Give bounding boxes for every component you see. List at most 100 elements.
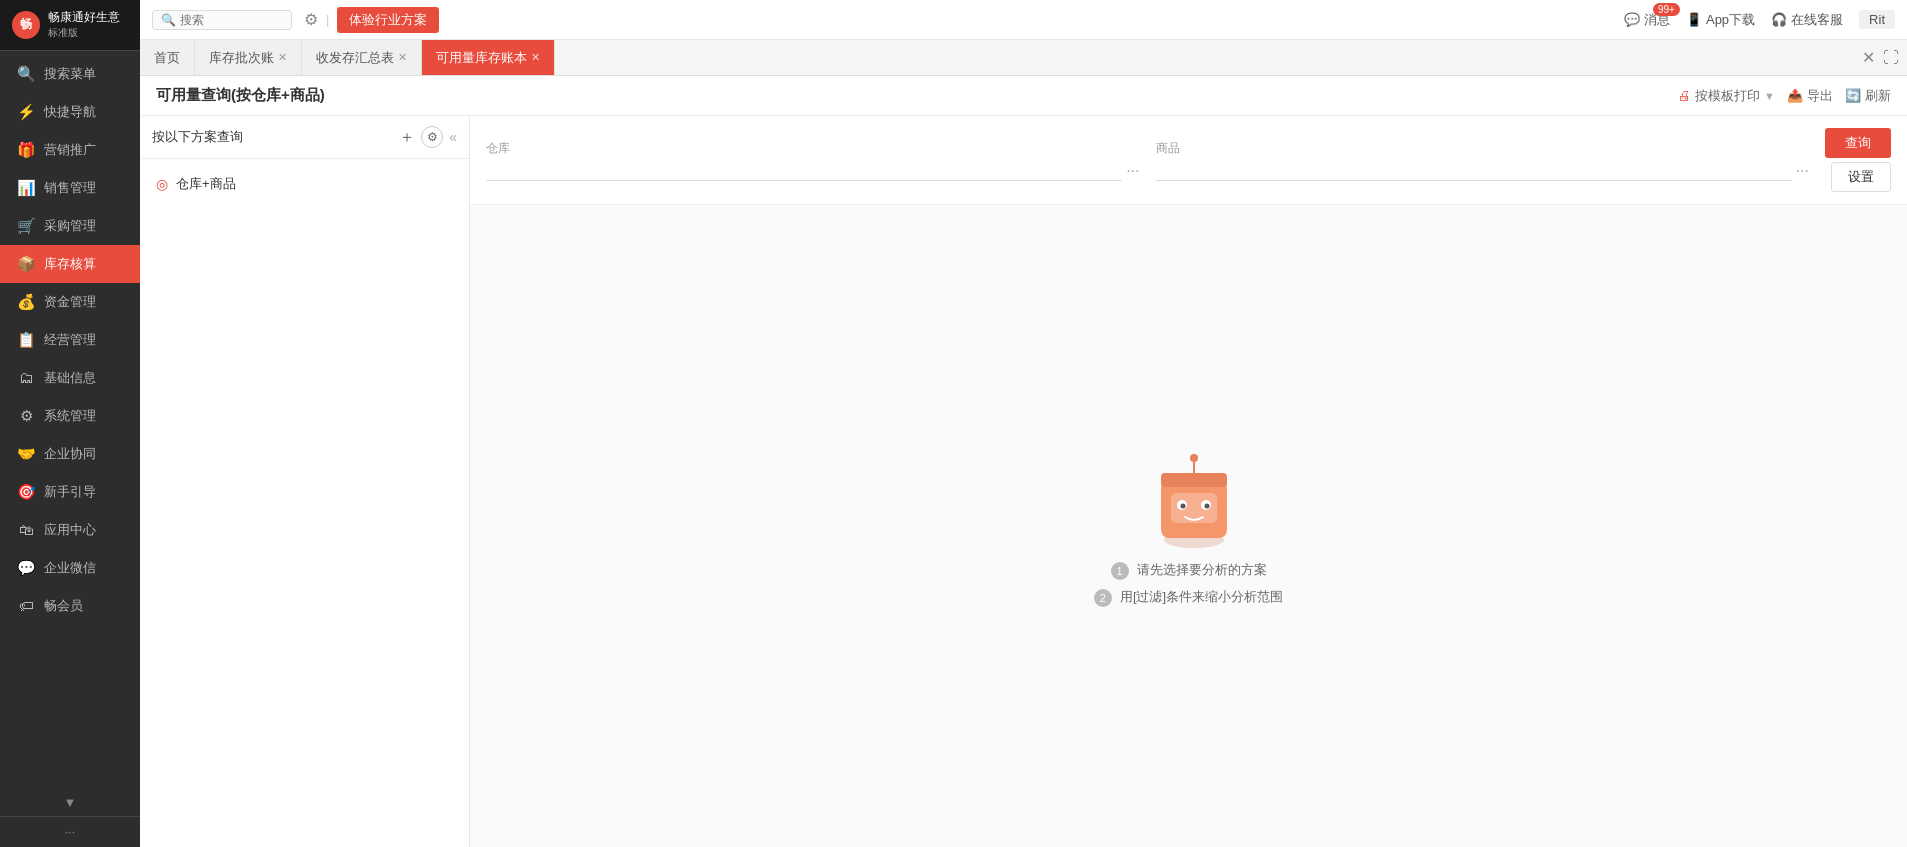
refresh-btn[interactable]: 🔄 刷新 [1845,87,1891,105]
warehouse-field: 仓库 ··· [486,140,1140,181]
filter-header: 按以下方案查询 ＋ ⚙ « [140,116,469,159]
sidebar-item-label: 库存核算 [44,255,96,273]
sidebar-item-shortcut[interactable]: ⚡ 快捷导航 [0,93,140,131]
experience-btn[interactable]: 体验行业方案 [337,7,439,33]
sidebar-item-sales[interactable]: 📊 销售管理 [0,169,140,207]
sidebar-item-label: 畅会员 [44,597,83,615]
hint2-text: 用[过滤]条件来缩小分析范围 [1120,588,1283,606]
search-icon: 🔍 [16,65,36,83]
sidebar-item-purchase[interactable]: 🛒 采购管理 [0,207,140,245]
print-btn[interactable]: 🖨 按模板打印 ▼ [1678,87,1775,105]
user-btn[interactable]: Rit [1859,10,1895,29]
svg-rect-3 [1171,493,1217,523]
tab-close-batch[interactable]: ✕ [278,51,287,64]
topbar: 🔍 ⚙ | 体验行业方案 💬 消息 99+ 📱 App下载 🎧 在线客服 Rit [140,0,1907,40]
sidebar-item-label: 采购管理 [44,217,96,235]
tab-batch[interactable]: 库存批次账 ✕ [195,40,302,75]
search-input[interactable] [180,13,280,27]
add-scheme-btn[interactable]: ＋ [399,127,415,148]
sidebar: 畅 畅康通好生意 标准版 🔍 搜索菜单 ⚡ 快捷导航 🎁 营销推广 📊 销售管理… [0,0,140,847]
tab-bar: 首页 库存批次账 ✕ 收发存汇总表 ✕ 可用量库存账本 ✕ ✕ ⛶ [140,40,1907,76]
purchase-icon: 🛒 [16,217,36,235]
sidebar-item-enterprise[interactable]: 🤝 企业协同 [0,435,140,473]
topbar-search-box[interactable]: 🔍 [152,10,292,30]
hint1-text: 请先选择要分析的方案 [1137,561,1267,579]
tab-available[interactable]: 可用量库存账本 ✕ [422,40,555,75]
app-badge: 标准版 [48,26,120,40]
basic-icon: 🗂 [16,369,36,386]
tab-summary[interactable]: 收发存汇总表 ✕ [302,40,422,75]
sidebar-item-label: 新手引导 [44,483,96,501]
scheme-item-warehouse[interactable]: ◎ 仓库+商品 [140,167,469,201]
sidebar-item-label: 企业微信 [44,559,96,577]
svg-point-7 [1204,504,1209,509]
system-icon: ⚙ [16,407,36,425]
sidebar-item-appstore[interactable]: 🛍 应用中心 [0,511,140,549]
app-logo: 畅 [12,11,40,39]
query-button[interactable]: 查询 [1825,128,1891,158]
shortcut-icon: ⚡ [16,103,36,121]
filter-panel: 按以下方案查询 ＋ ⚙ « ◎ 仓库+商品 [140,116,470,847]
print-icon: 🖨 [1678,88,1691,103]
sidebar-item-system[interactable]: ⚙ 系统管理 [0,397,140,435]
sidebar-item-marketing[interactable]: 🎁 营销推广 [0,131,140,169]
sales-icon: 📊 [16,179,36,197]
message-badge: 99+ [1653,3,1680,16]
product-input[interactable] [1156,161,1792,181]
app-title: 畅康通好生意 [48,10,120,26]
chevron-down-icon[interactable]: ▼ [1764,90,1775,102]
sidebar-item-label: 营销推广 [44,141,96,159]
finance-icon: 💰 [16,293,36,311]
sidebar-item-label: 快捷导航 [44,103,96,121]
product-more-btn[interactable]: ··· [1796,162,1809,180]
sidebar-bottom[interactable]: ··· [0,816,140,847]
tab-expand-btn[interactable]: ⛶ [1883,49,1899,67]
sidebar-item-label: 经营管理 [44,331,96,349]
tab-close-all-btn[interactable]: ✕ [1862,48,1875,67]
sidebar-item-label: 基础信息 [44,369,96,387]
product-label: 商品 [1156,140,1810,157]
appstore-icon: 🛍 [16,521,36,538]
tab-close-summary[interactable]: ✕ [398,51,407,64]
tab-close-available[interactable]: ✕ [531,51,540,64]
sidebar-item-inventory[interactable]: 📦 库存核算 [0,245,140,283]
sidebar-scroll-down[interactable]: ▼ [0,789,140,816]
newbie-icon: 🎯 [16,483,36,501]
sidebar-item-search[interactable]: 🔍 搜索菜单 [0,55,140,93]
svg-point-6 [1180,504,1185,509]
message-btn[interactable]: 💬 消息 99+ [1624,11,1670,29]
page-header-actions: 🖨 按模板打印 ▼ 📤 导出 🔄 刷新 [1678,87,1891,105]
warehouse-input[interactable] [486,161,1122,181]
tabs-actions: ✕ ⛶ [1862,48,1907,67]
page-header: 可用量查询(按仓库+商品) 🖨 按模板打印 ▼ 📤 导出 🔄 刷新 [140,76,1907,116]
sidebar-header: 畅 畅康通好生意 标准版 [0,0,140,51]
collapse-panel-btn[interactable]: « [449,129,457,145]
app-download-btn[interactable]: 📱 App下载 [1686,11,1755,29]
tab-home[interactable]: 首页 [140,40,195,75]
sidebar-item-label: 搜索菜单 [44,65,96,83]
scheme-icon: ◎ [156,176,168,192]
inventory-icon: 📦 [16,255,36,273]
page-title: 可用量查询(按仓库+商品) [156,86,325,105]
scheme-item-label: 仓库+商品 [176,175,236,193]
sidebar-item-operation[interactable]: 📋 经营管理 [0,321,140,359]
message-icon: 💬 [1624,12,1640,27]
sidebar-item-basic[interactable]: 🗂 基础信息 [0,359,140,397]
sidebar-item-member[interactable]: 🏷 畅会员 [0,587,140,625]
sidebar-item-newbie[interactable]: 🎯 新手引导 [0,473,140,511]
empty-state: 1 请先选择要分析的方案 2 用[过滤]条件来缩小分析范围 [470,205,1907,847]
export-btn[interactable]: 📤 导出 [1787,87,1833,105]
service-btn[interactable]: 🎧 在线客服 [1771,11,1843,29]
sidebar-item-finance[interactable]: 💰 资金管理 [0,283,140,321]
settings-button[interactable]: 设置 [1831,162,1891,192]
filter-header-label: 按以下方案查询 [152,128,243,146]
sidebar-item-label: 企业协同 [44,445,96,463]
empty-hint-2: 2 用[过滤]条件来缩小分析范围 [1094,588,1283,607]
sidebar-item-label: 资金管理 [44,293,96,311]
member-icon: 🏷 [16,597,36,614]
warehouse-more-btn[interactable]: ··· [1126,162,1139,180]
sidebar-item-wechat[interactable]: 💬 企业微信 [0,549,140,587]
gear-icon[interactable]: ⚙ [304,10,318,29]
empty-illustration [1139,445,1239,545]
scheme-settings-btn[interactable]: ⚙ [421,126,443,148]
